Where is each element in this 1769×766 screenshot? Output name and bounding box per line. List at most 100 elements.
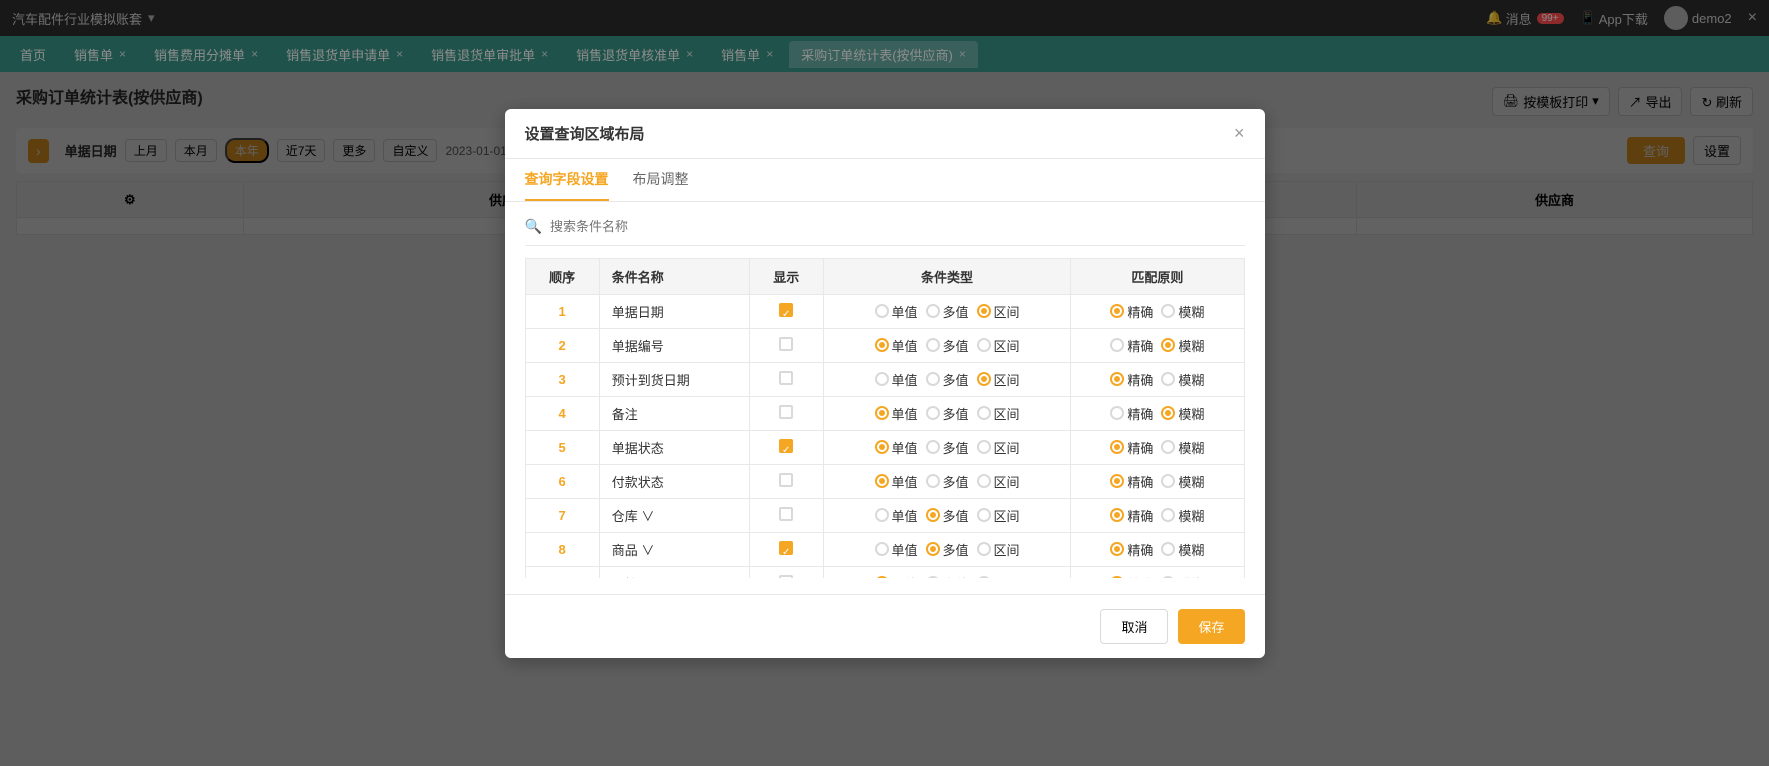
match-radio-match_exact[interactable]: 精确 — [1110, 472, 1153, 491]
radio-circle — [1161, 508, 1175, 522]
row-display-checkbox[interactable] — [749, 294, 823, 328]
display-checkbox[interactable] — [779, 337, 793, 351]
type-radio-type_multi[interactable]: 多值 — [926, 404, 969, 423]
radio-circle — [875, 338, 889, 352]
radio-circle — [875, 440, 889, 454]
tab-query-fields[interactable]: 查询字段设置 — [525, 159, 609, 201]
row-name: 属性 ∨ — [599, 566, 749, 578]
display-checkbox[interactable] — [779, 303, 793, 317]
match-radio-match_fuzzy[interactable]: 模糊 — [1161, 336, 1204, 355]
display-checkbox[interactable] — [779, 405, 793, 419]
match-radio-match_exact[interactable]: 精确 — [1110, 404, 1153, 423]
match-radio-match_exact[interactable]: 精确 — [1110, 336, 1153, 355]
type-radio-type_range[interactable]: 区间 — [977, 404, 1020, 423]
row-display-checkbox[interactable] — [749, 362, 823, 396]
type-radio-type_single[interactable]: 单值 — [875, 574, 918, 578]
match-radio-match_fuzzy[interactable]: 模糊 — [1161, 438, 1204, 457]
row-display-checkbox[interactable] — [749, 464, 823, 498]
display-checkbox[interactable] — [779, 371, 793, 385]
match-radio-match_fuzzy[interactable]: 模糊 — [1161, 302, 1204, 321]
type-radio-type_range[interactable]: 区间 — [977, 540, 1020, 559]
type-radio-type_single[interactable]: 单值 — [875, 438, 918, 457]
display-checkbox[interactable] — [779, 575, 793, 578]
row-display-checkbox[interactable] — [749, 396, 823, 430]
match-radio-match_exact[interactable]: 精确 — [1110, 302, 1153, 321]
type-radio-type_single[interactable]: 单值 — [875, 370, 918, 389]
row-type: 单值 多值 区间 — [823, 566, 1070, 578]
match-radio-match_fuzzy[interactable]: 模糊 — [1161, 574, 1204, 578]
type-radio-type_range[interactable]: 区间 — [977, 370, 1020, 389]
match-radio-match_fuzzy[interactable]: 模糊 — [1161, 370, 1204, 389]
row-display-checkbox[interactable] — [749, 566, 823, 578]
type-radio-type_range[interactable]: 区间 — [977, 336, 1020, 355]
type-radio-type_range[interactable]: 区间 — [977, 506, 1020, 525]
type-radio-type_single[interactable]: 单值 — [875, 404, 918, 423]
type-radio-type_multi[interactable]: 多值 — [926, 302, 969, 321]
config-table-row: 5单据状态单值多值区间精确模糊 — [525, 430, 1244, 464]
modal-title: 设置查询区域布局 — [525, 123, 645, 144]
display-checkbox[interactable] — [779, 507, 793, 521]
display-checkbox[interactable] — [779, 473, 793, 487]
radio-circle — [977, 440, 991, 454]
match-radio-match_exact[interactable]: 精确 — [1110, 438, 1153, 457]
row-display-checkbox[interactable] — [749, 328, 823, 362]
match-radio-match_exact[interactable]: 精确 — [1110, 370, 1153, 389]
type-radio-type_single[interactable]: 单值 — [875, 540, 918, 559]
search-bar: 🔍 — [525, 218, 1245, 246]
match-header: 匹配原则 — [1071, 258, 1244, 294]
radio-circle — [926, 542, 940, 556]
type-radio-type_single[interactable]: 单值 — [875, 506, 918, 525]
row-order: 7 — [525, 498, 599, 532]
display-checkbox[interactable] — [779, 439, 793, 453]
type-radio-type_range[interactable]: 区间 — [977, 302, 1020, 321]
row-match: 精确模糊 — [1071, 328, 1244, 362]
match-radio-match_exact[interactable]: 精确 — [1110, 574, 1153, 578]
radio-circle — [977, 576, 991, 578]
radio-circle — [1161, 304, 1175, 318]
row-display-checkbox[interactable] — [749, 498, 823, 532]
row-display-checkbox[interactable] — [749, 532, 823, 566]
config-table-row: 9属性 ∨单值多值区间精确模糊 — [525, 566, 1244, 578]
type-radio-type_multi[interactable]: 多值 — [926, 574, 969, 578]
type-radio-type_single[interactable]: 单值 — [875, 336, 918, 355]
row-order: 8 — [525, 532, 599, 566]
save-button[interactable]: 保存 — [1178, 609, 1244, 644]
modal-footer: 取消 保存 — [505, 594, 1265, 658]
type-radio-type_multi[interactable]: 多值 — [926, 438, 969, 457]
type-radio-type_multi[interactable]: 多值 — [926, 370, 969, 389]
display-header: 显示 — [749, 258, 823, 294]
match-radio-match_fuzzy[interactable]: 模糊 — [1161, 540, 1204, 559]
radio-circle — [1161, 474, 1175, 488]
type-radio-type_multi[interactable]: 多值 — [926, 336, 969, 355]
type-radio-type_multi[interactable]: 多值 — [926, 506, 969, 525]
modal-close-btn[interactable]: × — [1234, 124, 1245, 142]
type-radio-type_multi[interactable]: 多值 — [926, 472, 969, 491]
radio-circle — [977, 304, 991, 318]
match-radio-match_fuzzy[interactable]: 模糊 — [1161, 506, 1204, 525]
modal-overlay: 设置查询区域布局 × 查询字段设置 布局调整 🔍 — [0, 0, 1769, 766]
type-radio-type_range[interactable]: 区间 — [977, 574, 1020, 578]
cancel-button[interactable]: 取消 — [1100, 609, 1168, 644]
radio-circle — [926, 474, 940, 488]
name-header: 条件名称 — [599, 258, 749, 294]
tab-layout-adjust[interactable]: 布局调整 — [633, 159, 689, 201]
match-radio-match_exact[interactable]: 精确 — [1110, 506, 1153, 525]
radio-circle — [1110, 304, 1124, 318]
search-input[interactable] — [550, 219, 1245, 234]
radio-circle — [926, 440, 940, 454]
type-radio-type_range[interactable]: 区间 — [977, 472, 1020, 491]
row-order: 4 — [525, 396, 599, 430]
match-radio-match_fuzzy[interactable]: 模糊 — [1161, 404, 1204, 423]
type-radio-type_range[interactable]: 区间 — [977, 438, 1020, 457]
match-radio-match_fuzzy[interactable]: 模糊 — [1161, 472, 1204, 491]
type-radio-type_multi[interactable]: 多值 — [926, 540, 969, 559]
type-radio-type_single[interactable]: 单值 — [875, 472, 918, 491]
display-checkbox[interactable] — [779, 541, 793, 555]
type-radio-type_single[interactable]: 单值 — [875, 302, 918, 321]
radio-circle — [977, 372, 991, 386]
radio-circle — [977, 542, 991, 556]
row-display-checkbox[interactable] — [749, 430, 823, 464]
match-radio-match_exact[interactable]: 精确 — [1110, 540, 1153, 559]
radio-circle — [1161, 338, 1175, 352]
radio-circle — [977, 508, 991, 522]
